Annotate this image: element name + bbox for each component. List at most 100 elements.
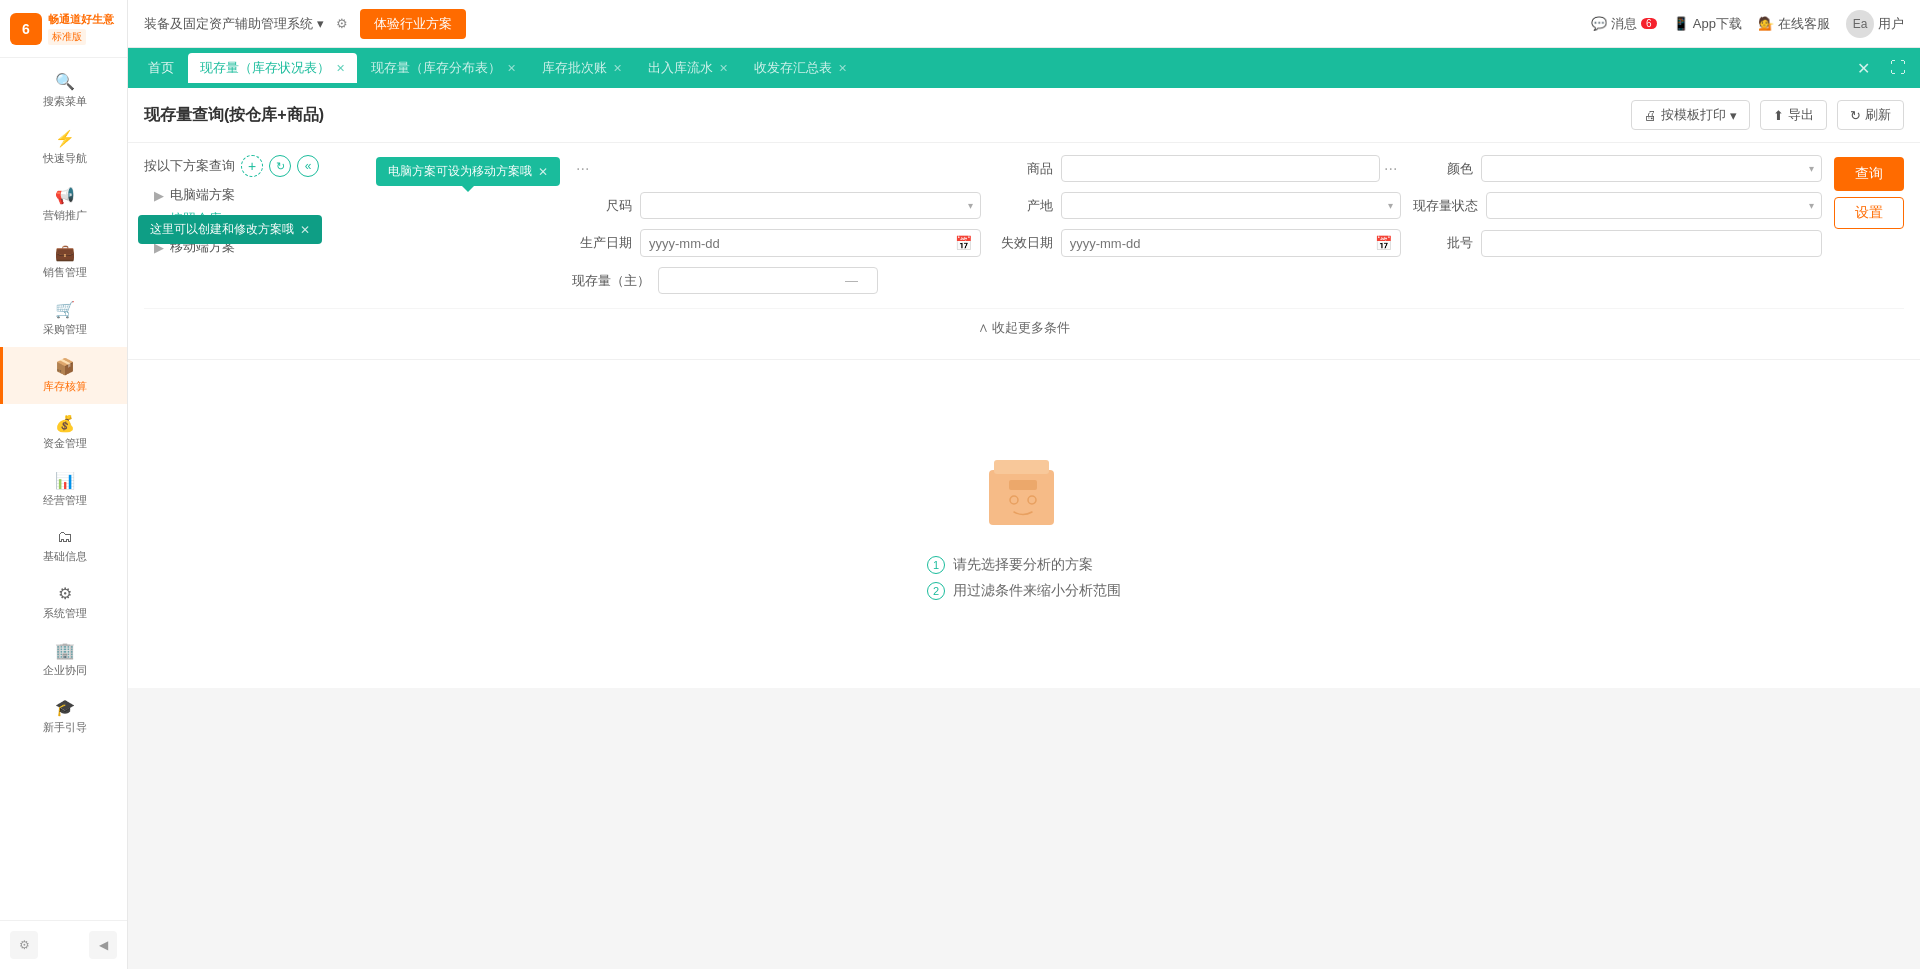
empty-texts: 1 请先选择要分析的方案 2 用过滤条件来缩小分析范围 [927,556,1121,608]
sidebar-bottom: ⚙ ◀ [0,920,127,969]
sidebar-item-quick-nav[interactable]: ⚡ 快速导航 [0,119,127,176]
sidebar-item-sales[interactable]: 💼 销售管理 [0,233,127,290]
collapse-more-btn[interactable]: ∧ 收起更多条件 [144,308,1904,347]
close-icon[interactable]: ✕ [719,62,728,75]
close-icon[interactable]: ✕ [336,62,345,75]
sales-icon: 💼 [55,243,75,262]
tooltip-close-btn-2[interactable]: ✕ [300,223,310,237]
tab-inventory-status[interactable]: 现存量（库存状况表） ✕ [188,53,357,83]
sidebar-item-inventory[interactable]: 📦 库存核算 [0,347,127,404]
settings-button[interactable]: ⚙ [10,931,38,959]
print-btn[interactable]: 🖨 按模板打印 ▾ [1631,100,1750,130]
filter-area: 按以下方案查询 + ↻ « ▶ 电脑端方案 按照仓 [128,143,1920,360]
edit-scheme-btn[interactable]: ↻ [269,155,291,177]
sidebar-item-marketing[interactable]: 📢 营销推广 [0,176,127,233]
sidebar-item-label: 企业协同 [43,663,87,678]
filter-row-3: 生产日期 📅 失效日期 📅 [572,229,1822,257]
batch-input[interactable] [1481,230,1822,257]
user-label: 用户 [1878,15,1904,33]
tab-label: 库存批次账 [542,59,607,77]
empty-hint-1: 1 请先选择要分析的方案 [927,556,1121,574]
tab-label: 现存量（库存状况表） [200,59,330,77]
settings-icon: ⚙ [19,938,30,952]
page-header-actions: 🖨 按模板打印 ▾ ⬆ 导出 ↻ 刷新 [1631,100,1904,130]
stock-qty-range-wrapper: — [658,267,878,294]
tab-in-out-flow[interactable]: 出入库流水 ✕ [636,53,740,83]
collapse-sidebar-button[interactable]: ◀ [89,931,117,959]
export-icon: ⬆ [1773,108,1784,123]
page-title: 现存量查询(按仓库+商品) [144,105,324,126]
arrow-scheme-btn[interactable]: « [297,155,319,177]
settings-btn[interactable]: ⚙ [336,16,348,31]
expiry-date-input[interactable] [1070,236,1372,251]
stock-status-select[interactable] [1486,192,1822,219]
expiry-date-field: 失效日期 📅 [993,229,1402,257]
warehouse-dots[interactable]: ··· [572,160,593,178]
sidebar-item-label: 基础信息 [43,549,87,564]
user-menu[interactable]: Ea 用户 [1846,10,1904,38]
goods-dots[interactable]: ··· [1380,160,1401,178]
add-scheme-btn[interactable]: + [241,155,263,177]
online-service-btn[interactable]: 💁 在线客服 [1758,15,1830,33]
sidebar: 6 畅通道好生意 标准版 🔍 搜索菜单 ⚡ 快速导航 📢 营销推广 💼 销售管理… [0,0,128,969]
sidebar-item-system[interactable]: ⚙ 系统管理 [0,574,127,631]
production-date-input[interactable] [649,236,951,251]
sidebar-item-finance[interactable]: 💰 资金管理 [0,404,127,461]
set-button[interactable]: 设置 [1834,197,1904,229]
expiry-date-label: 失效日期 [993,234,1053,252]
size-field: 尺码 ▾ [572,192,981,219]
sidebar-item-label: 系统管理 [43,606,87,621]
tab-home[interactable]: 首页 [136,53,186,83]
tab-recv-summary[interactable]: 收发存汇总表 ✕ [742,53,859,83]
filter-row-4: 现存量（主） — [572,267,1822,294]
tooltip-convert-text: 电脑方案可设为移动方案哦 ✕ [376,157,560,186]
experience-btn[interactable]: 体验行业方案 [360,9,466,39]
scheme-desktop[interactable]: ▶ 电脑端方案 [154,183,364,207]
stock-status-label: 现存量状态 [1413,197,1478,215]
logo-subtitle: 标准版 [48,29,86,45]
empty-state: 1 请先选择要分析的方案 2 用过滤条件来缩小分析范围 [128,360,1920,688]
query-button[interactable]: 查询 [1834,157,1904,191]
batch-label: 批号 [1413,234,1473,252]
sidebar-item-basic-info[interactable]: 🗂 基础信息 [0,518,127,574]
goods-input[interactable] [1061,155,1380,182]
close-icon[interactable]: ✕ [507,62,516,75]
origin-label: 产地 [993,197,1053,215]
size-select-wrapper: ▾ [640,192,981,219]
sidebar-item-purchase[interactable]: 🛒 采购管理 [0,290,127,347]
calendar-icon[interactable]: 📅 [955,235,972,251]
color-select[interactable] [1481,155,1822,182]
refresh-btn[interactable]: ↻ 刷新 [1837,100,1904,130]
close-all-tabs-btn[interactable]: ✕ [1851,57,1876,80]
calendar-icon[interactable]: 📅 [1375,235,1392,251]
app-download-btn[interactable]: 📱 App下载 [1673,15,1742,33]
print-icon: 🖨 [1644,108,1657,123]
sidebar-item-search[interactable]: 🔍 搜索菜单 [0,62,127,119]
stock-qty-field: 现存量（主） — [572,267,878,294]
basic-info-icon: 🗂 [57,528,73,546]
system-selector[interactable]: 装备及固定资产辅助管理系统 ▾ [144,15,324,33]
close-icon[interactable]: ✕ [613,62,622,75]
size-select[interactable] [640,192,981,219]
tooltip-scheme-edit: 这里可以创建和修改方案哦 ✕ [138,215,322,244]
empty-icon [974,440,1074,540]
message-btn[interactable]: 💬 消息 6 [1591,15,1657,33]
origin-select[interactable] [1061,192,1402,219]
tooltip-close-btn[interactable]: ✕ [538,165,548,179]
sidebar-item-enterprise[interactable]: 🏢 企业协同 [0,631,127,688]
empty-illustration [974,445,1074,535]
sidebar-item-label: 营销推广 [43,208,87,223]
stock-qty-label: 现存量（主） [572,272,650,290]
sidebar-item-guide[interactable]: 🎓 新手引导 [0,688,127,745]
export-btn[interactable]: ⬆ 导出 [1760,100,1827,130]
tab-label: 出入库流水 [648,59,713,77]
stock-qty-min[interactable] [659,268,843,293]
tab-label: 收发存汇总表 [754,59,832,77]
close-icon[interactable]: ✕ [838,62,847,75]
inventory-icon: 📦 [55,357,75,376]
maximize-btn[interactable]: ⛶ [1884,57,1912,79]
sidebar-item-operations[interactable]: 📊 经营管理 [0,461,127,518]
stock-qty-max[interactable] [860,268,878,293]
tab-inventory-dist[interactable]: 现存量（库存分布表） ✕ [359,53,528,83]
tab-batch-account[interactable]: 库存批次账 ✕ [530,53,634,83]
